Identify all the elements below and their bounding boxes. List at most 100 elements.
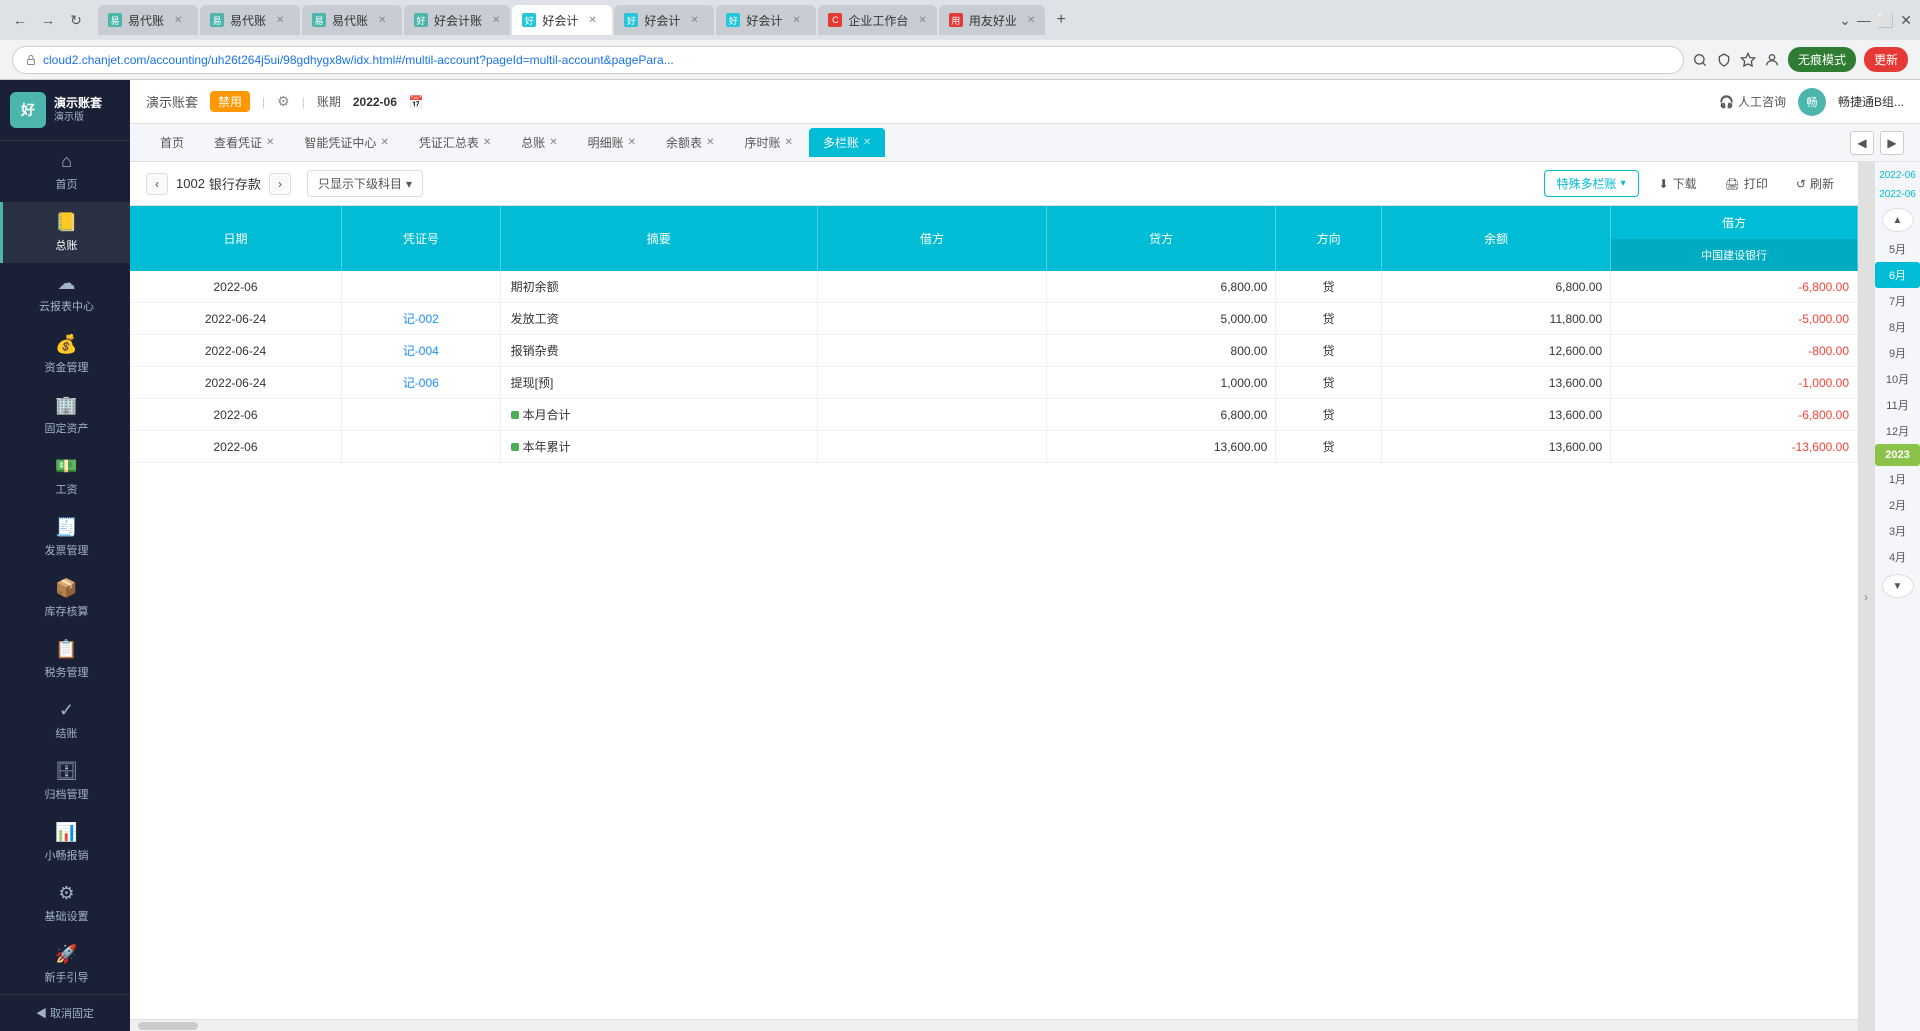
filter-dropdown[interactable]: 只显示下级科目 ▾ <box>307 170 423 197</box>
cell-voucher[interactable]: 记-004 <box>342 335 501 367</box>
update-button[interactable]: 更新 <box>1864 47 1908 72</box>
right-panel-month-6[interactable]: 6月 <box>1875 262 1920 288</box>
panel-toggle[interactable]: › <box>1858 162 1874 1031</box>
download-button[interactable]: ⬇ 下载 <box>1651 171 1705 196</box>
cell-voucher[interactable]: 记-006 <box>342 367 501 399</box>
print-button[interactable]: 🖨 打印 <box>1717 171 1776 196</box>
tab-home[interactable]: 首页 <box>146 128 198 157</box>
sidebar-item-reports[interactable]: ☁ 云报表中心 <box>0 263 130 324</box>
browser-tab-1[interactable]: 易 易代账 ✕ <box>200 5 300 35</box>
right-panel-year-2023[interactable]: 2023 <box>1875 444 1920 466</box>
sidebar-item-funds[interactable]: 💰 资金管理 <box>0 324 130 385</box>
browser-tab-7[interactable]: C 企业工作台 ✕ <box>818 5 936 35</box>
sidebar-item-tax[interactable]: 📋 税务管理 <box>0 629 130 690</box>
right-panel-month-12[interactable]: 12月 <box>1875 418 1920 444</box>
next-account-button[interactable]: › <box>269 173 291 195</box>
sidebar-item-guide[interactable]: 🚀 新手引导 <box>0 934 130 994</box>
profile-icon[interactable] <box>1764 52 1780 68</box>
tab-close-1[interactable]: ✕ <box>276 15 284 26</box>
prev-account-button[interactable]: ‹ <box>146 173 168 195</box>
browser-tab-2[interactable]: 易 易代账 ✕ <box>302 5 402 35</box>
shield-icon[interactable] <box>1716 52 1732 68</box>
collapse-left-button[interactable]: ◀ <box>1850 131 1874 155</box>
tab-close-5[interactable]: ✕ <box>690 15 698 26</box>
address-bar[interactable]: cloud2.chanjet.com/accounting/uh26t264j5… <box>12 46 1684 74</box>
star-icon[interactable] <box>1740 52 1756 68</box>
tab-close-8[interactable]: ✕ <box>1027 15 1035 26</box>
right-panel-scroll-up[interactable]: ▲ <box>1882 208 1914 232</box>
browser-tab-0[interactable]: 易 易代账 ✕ <box>98 5 198 35</box>
sidebar-item-inventory[interactable]: 📦 库存核算 <box>0 568 130 629</box>
browser-tab-6[interactable]: 好 好会计 ✕ <box>716 5 816 35</box>
sidebar-item-expense[interactable]: 📊 小畅报销 <box>0 812 130 873</box>
tab-voucher-view[interactable]: 查看凭证 ✕ <box>200 128 288 157</box>
tab-balance-close[interactable]: ✕ <box>706 137 714 148</box>
scroll-thumb[interactable] <box>138 1022 198 1030</box>
tab-list-button[interactable]: ⌄ <box>1839 12 1851 29</box>
tab-sequence-close[interactable]: ✕ <box>784 137 792 148</box>
sidebar-item-close[interactable]: ✓ 结账 <box>0 690 130 751</box>
tab-close-3[interactable]: ✕ <box>492 15 500 26</box>
browser-tab-5[interactable]: 好 好会计 ✕ <box>614 5 714 35</box>
sidebar-item-home[interactable]: ⌂ 首页 <box>0 141 130 202</box>
tab-detail-ledger[interactable]: 明细账 ✕ <box>574 128 650 157</box>
tab-balance[interactable]: 余额表 ✕ <box>652 128 728 157</box>
gear-icon[interactable]: ⚙ <box>277 93 290 110</box>
minimize-button[interactable]: — <box>1857 12 1871 28</box>
service-button[interactable]: 🎧 人工咨询 <box>1719 93 1786 110</box>
right-panel-month-11[interactable]: 11月 <box>1875 392 1920 418</box>
browser-tab-4[interactable]: 好 好会计 ✕ <box>512 5 612 35</box>
tab-smart-voucher-close[interactable]: ✕ <box>380 137 388 148</box>
tab-voucher-view-close[interactable]: ✕ <box>266 137 274 148</box>
cell-voucher[interactable]: 记-002 <box>342 303 501 335</box>
right-panel-month-8[interactable]: 8月 <box>1875 314 1920 340</box>
tab-multi-col-close[interactable]: ✕ <box>863 137 871 148</box>
tab-close-7[interactable]: ✕ <box>918 15 926 26</box>
tab-close-2[interactable]: ✕ <box>378 15 386 26</box>
invoice-icon: 🧾 <box>55 517 77 538</box>
right-panel-month-10[interactable]: 10月 <box>1875 366 1920 392</box>
browser-tab-8[interactable]: 用 用友好业 ✕ <box>939 5 1045 35</box>
sidebar-item-assets[interactable]: 🏢 固定资产 <box>0 385 130 446</box>
right-panel-month-5[interactable]: 5月 <box>1875 236 1920 262</box>
forward-button[interactable]: → <box>36 8 60 32</box>
tab-multi-col[interactable]: 多栏账 ✕ <box>809 128 885 157</box>
sidebar-item-ledger[interactable]: 📒 总账 <box>0 202 130 263</box>
new-tab-button[interactable]: + <box>1047 6 1075 34</box>
sidebar-item-settings[interactable]: ⚙ 基础设置 <box>0 873 130 934</box>
refresh-button[interactable]: ↺ 刷新 <box>1788 171 1842 196</box>
calendar-icon[interactable]: 📅 <box>409 95 424 109</box>
tab-smart-voucher[interactable]: 智能凭证中心 ✕ <box>290 128 402 157</box>
browser-tab-3[interactable]: 好 好会计账 ✕ <box>404 5 510 35</box>
tab-voucher-summary-close[interactable]: ✕ <box>483 137 491 148</box>
reload-button[interactable]: ↻ <box>64 8 88 32</box>
collapse-right-button[interactable]: ▶ <box>1880 131 1904 155</box>
sidebar-item-archive[interactable]: 🗄 归档管理 <box>0 751 130 812</box>
tab-general-ledger[interactable]: 总账 ✕ <box>507 128 571 157</box>
right-panel-month-7[interactable]: 7月 <box>1875 288 1920 314</box>
tab-close-0[interactable]: ✕ <box>174 15 182 26</box>
tab-close-4[interactable]: ✕ <box>588 15 596 26</box>
tab-voucher-summary[interactable]: 凭证汇总表 ✕ <box>405 128 505 157</box>
right-panel-month-4[interactable]: 4月 <box>1875 544 1920 570</box>
sidebar-item-invoice[interactable]: 🧾 发票管理 <box>0 507 130 568</box>
tab-detail-ledger-close[interactable]: ✕ <box>628 137 636 148</box>
tab-sequence[interactable]: 序时账 ✕ <box>730 128 806 157</box>
no-trace-button[interactable]: 无痕模式 <box>1788 47 1856 72</box>
sidebar-item-salary[interactable]: 💵 工资 <box>0 446 130 507</box>
filter-label: 只显示下级科目 <box>318 175 402 192</box>
sidebar-unpin-button[interactable]: ◀ 取消固定 <box>0 994 130 1031</box>
right-panel-month-9[interactable]: 9月 <box>1875 340 1920 366</box>
right-panel-scroll-down[interactable]: ▼ <box>1882 574 1914 598</box>
close-window-button[interactable]: ✕ <box>1900 12 1912 29</box>
tab-general-ledger-close[interactable]: ✕ <box>549 137 557 148</box>
right-panel-month-1[interactable]: 1月 <box>1875 466 1920 492</box>
maximize-button[interactable]: ⬜ <box>1877 12 1894 29</box>
bottom-scrollbar[interactable] <box>130 1019 1858 1031</box>
back-button[interactable]: ← <box>8 8 32 32</box>
right-panel-month-3[interactable]: 3月 <box>1875 518 1920 544</box>
tab-close-6[interactable]: ✕ <box>792 15 800 26</box>
search-icon[interactable] <box>1692 52 1708 68</box>
right-panel-month-2[interactable]: 2月 <box>1875 492 1920 518</box>
multi-col-button[interactable]: 特殊多栏账 ▾ <box>1544 170 1639 197</box>
